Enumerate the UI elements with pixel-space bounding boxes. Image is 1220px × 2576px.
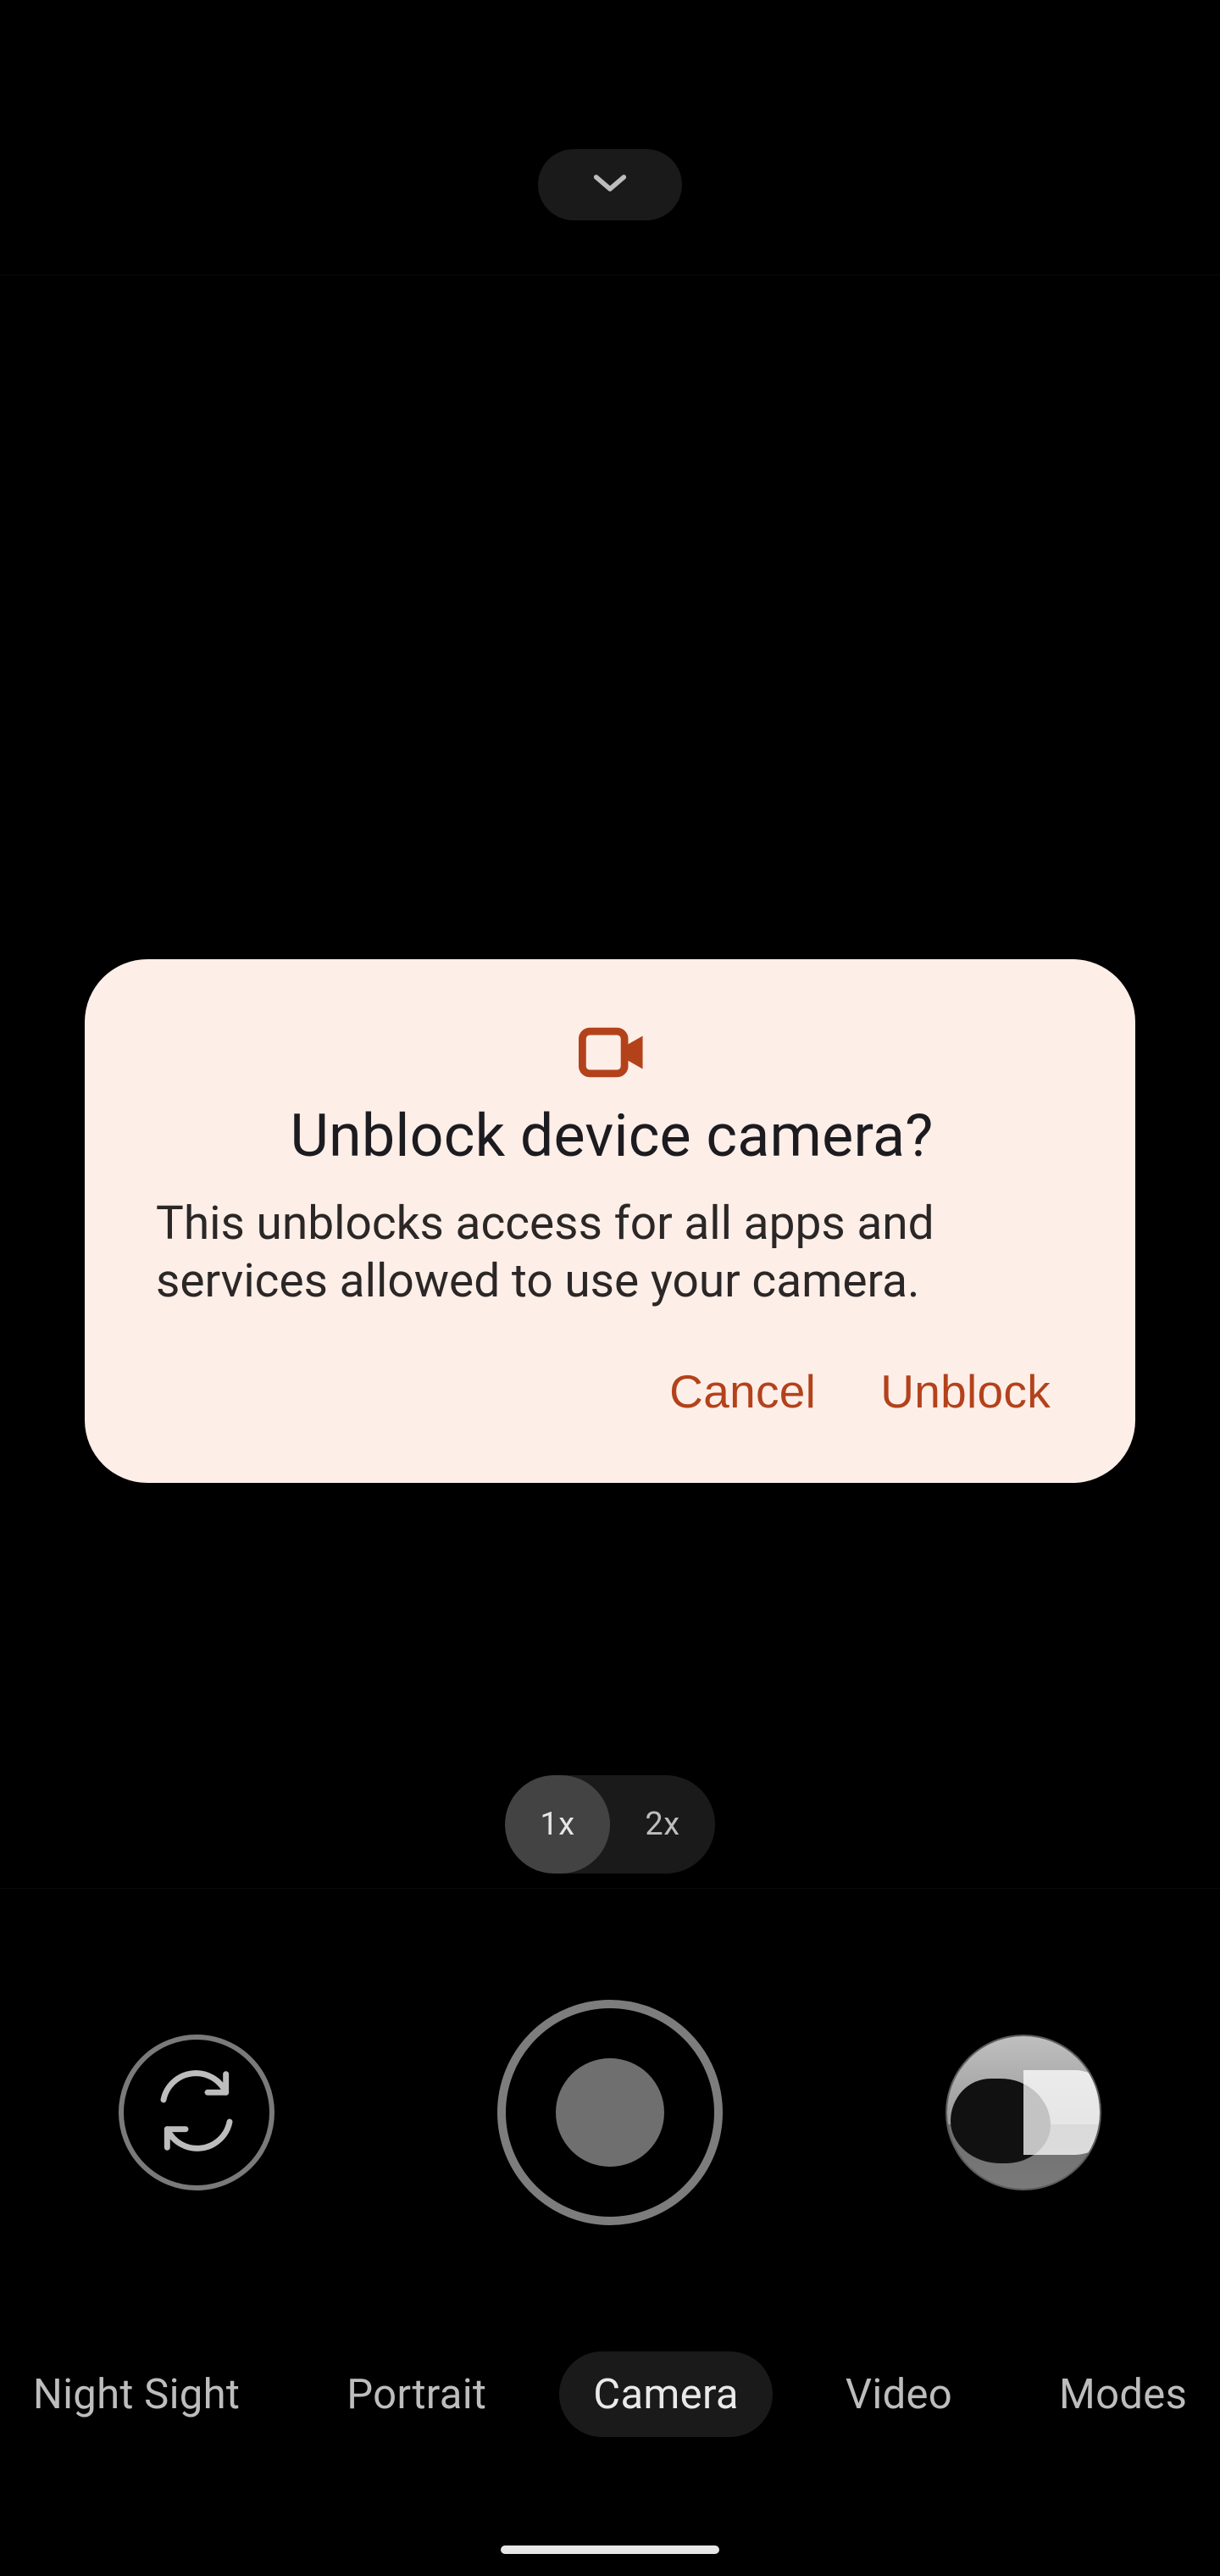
dialog-title: Unblock device camera? <box>156 1102 1068 1171</box>
unblock-camera-dialog: Unblock device camera? This unblocks acc… <box>85 959 1135 1483</box>
dialog-actions: Cancel Unblock <box>156 1344 1068 1439</box>
dialog-overlay: Unblock device camera? This unblocks acc… <box>0 0 1220 2576</box>
videocam-icon <box>579 1027 645 1081</box>
cancel-button[interactable]: Cancel <box>659 1351 826 1432</box>
unblock-button[interactable]: Unblock <box>870 1351 1061 1432</box>
dialog-body: This unblocks access for all apps and se… <box>156 1195 1068 1310</box>
camera-app-screen: 1x 2x <box>0 0 1220 2576</box>
